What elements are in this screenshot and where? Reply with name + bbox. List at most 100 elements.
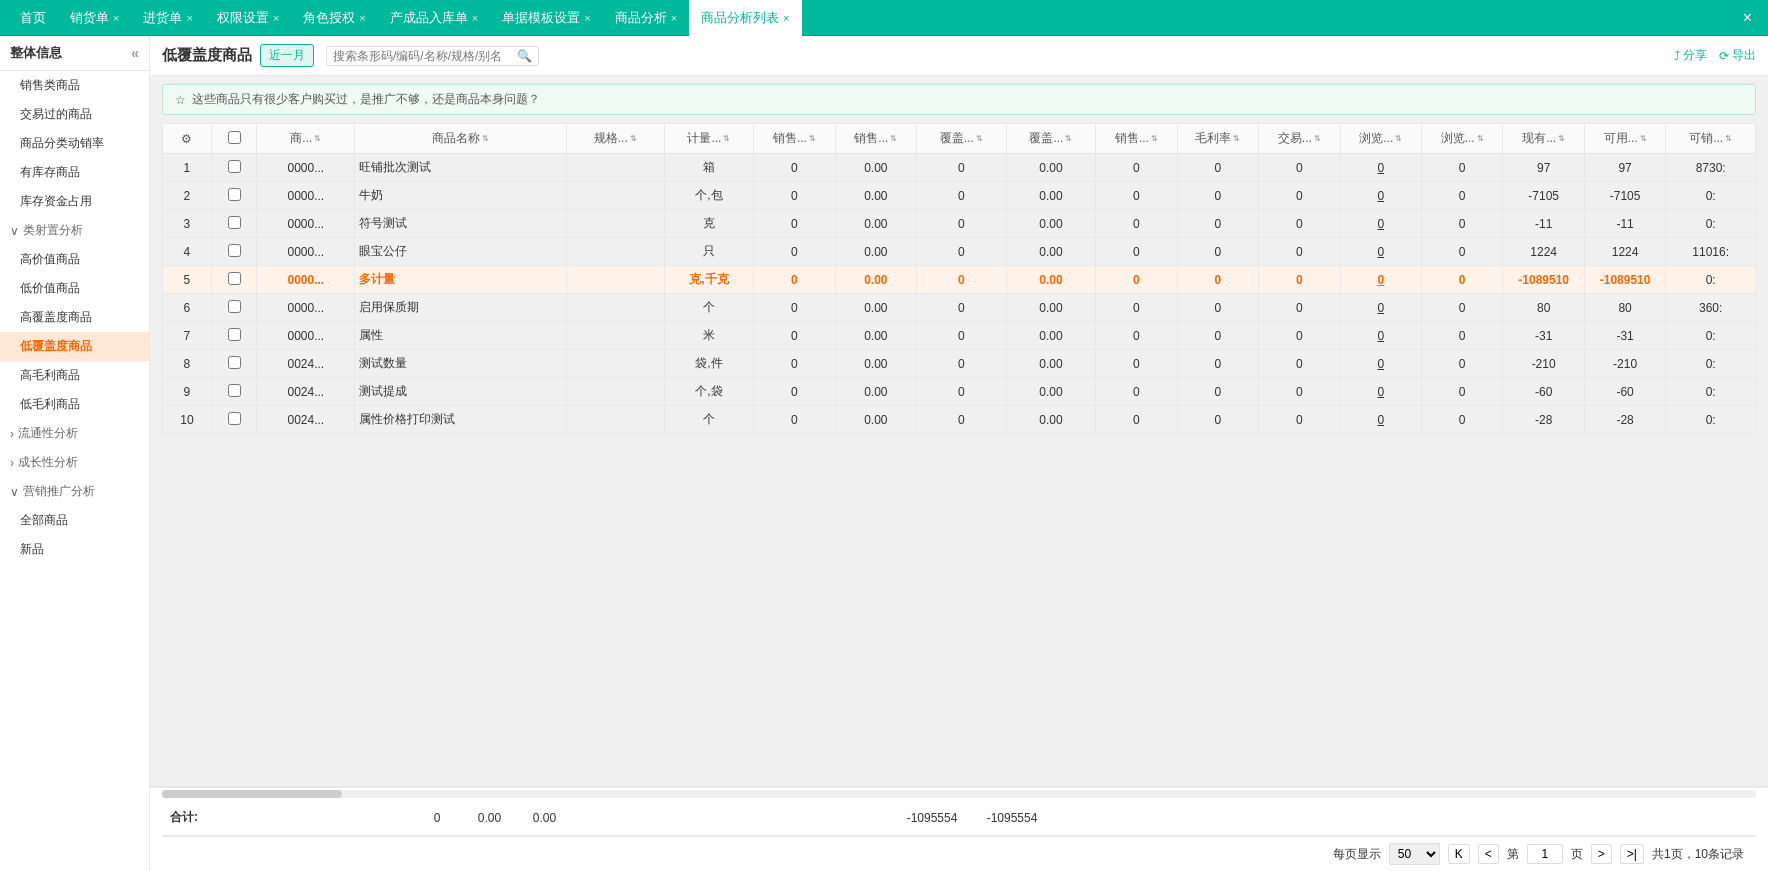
row-browse1[interactable]: 0 — [1340, 406, 1421, 434]
sort-icon-available[interactable]: ⇅ — [1640, 134, 1647, 143]
nav-permissions[interactable]: 权限设置 × — [205, 0, 291, 36]
row-browse1[interactable]: 0 — [1340, 238, 1421, 266]
row-checkbox[interactable] — [228, 356, 241, 369]
sidebar-item-low-coverage[interactable]: 低覆盖度商品 — [0, 332, 149, 361]
sidebar-section-liquidity[interactable]: › 流通性分析 — [0, 419, 149, 448]
nav-close-roles[interactable]: × — [359, 0, 365, 36]
row-checkbox[interactable] — [228, 244, 241, 257]
row-gross: 0 — [1177, 294, 1258, 322]
sidebar-item-in-stock[interactable]: 有库存商品 — [0, 158, 149, 187]
row-browse1[interactable]: 0 — [1340, 350, 1421, 378]
sidebar-section-marketing[interactable]: ∨ 营销推广分析 — [0, 477, 149, 506]
sidebar-section-category-analysis[interactable]: ∨ 类射置分析 — [0, 216, 149, 245]
sort-icon-browse1[interactable]: ⇅ — [1395, 134, 1402, 143]
total-cells: 0 0.00 0.00 -1095554 -1095554 — [412, 811, 1756, 825]
nav-close-finished-goods[interactable]: × — [472, 0, 478, 36]
sidebar-item-low-margin[interactable]: 低毛利商品 — [0, 390, 149, 419]
sidebar-item-low-value[interactable]: 低价值商品 — [0, 274, 149, 303]
row-index: 8 — [163, 350, 212, 378]
sort-icon-browse2[interactable]: ⇅ — [1477, 134, 1484, 143]
sort-icon-sales-amt[interactable]: ⇅ — [890, 134, 897, 143]
row-browse1[interactable]: 0 — [1340, 378, 1421, 406]
row-browse1[interactable]: 0 — [1340, 182, 1421, 210]
nav-close-product-analysis[interactable]: × — [671, 0, 677, 36]
per-page-select[interactable]: 50 20 100 200 — [1389, 843, 1440, 865]
sort-icon-current[interactable]: ⇅ — [1558, 134, 1565, 143]
sidebar-item-high-coverage[interactable]: 高覆盖度商品 — [0, 303, 149, 332]
row-browse1[interactable]: 0 — [1340, 154, 1421, 182]
sort-icon-unit[interactable]: ⇅ — [723, 134, 730, 143]
sidebar-section-growth[interactable]: › 成长性分析 — [0, 448, 149, 477]
sidebar-item-high-margin[interactable]: 高毛利商品 — [0, 361, 149, 390]
nav-finished-goods[interactable]: 产成品入库单 × — [378, 0, 490, 36]
share-button[interactable]: ⤴ 分享 — [1674, 47, 1707, 64]
sidebar-item-category-sales-rate[interactable]: 商品分类动销率 — [0, 129, 149, 158]
sort-icon-code[interactable]: ⇅ — [314, 134, 321, 143]
page-last-button[interactable]: >| — [1620, 844, 1644, 864]
nav-home[interactable]: 首页 — [8, 0, 58, 36]
row-coverage2: 0.00 — [1006, 154, 1096, 182]
sort-icon-spec[interactable]: ⇅ — [630, 134, 637, 143]
row-checkbox[interactable] — [228, 160, 241, 173]
row-unit: 克 — [664, 210, 754, 238]
row-checkbox[interactable] — [228, 300, 241, 313]
row-browse1[interactable]: 0 — [1340, 210, 1421, 238]
search-icon[interactable]: 🔍 — [517, 49, 532, 63]
time-filter-button[interactable]: 近一月 — [260, 44, 314, 67]
nav-close-sales-order[interactable]: × — [113, 0, 119, 36]
nav-close-product-analysis-list[interactable]: × — [783, 0, 789, 36]
sort-icon-cov1[interactable]: ⇅ — [976, 134, 983, 143]
row-browse1[interactable]: 0 — [1340, 294, 1421, 322]
chevron-down-icon: ∨ — [10, 224, 19, 238]
sidebar-item-high-value[interactable]: 高价值商品 — [0, 245, 149, 274]
page-first-button[interactable]: K — [1448, 844, 1470, 864]
nav-product-analysis-list[interactable]: 商品分析列表 × — [689, 0, 801, 36]
row-coverage2: 0.00 — [1006, 378, 1096, 406]
row-checkbox[interactable] — [228, 412, 241, 425]
nav-close-purchase-order[interactable]: × — [186, 0, 192, 36]
table-row: 2 0000... 牛奶 个,包 0 0.00 0 0.00 0 0 0 0 0… — [163, 182, 1756, 210]
sort-icon-sellable[interactable]: ⇅ — [1725, 134, 1732, 143]
export-button[interactable]: ⟳ 导出 — [1719, 47, 1756, 64]
sidebar-item-new-products[interactable]: 新品 — [0, 535, 149, 564]
settings-icon[interactable]: ⚙ — [181, 132, 192, 146]
sidebar-item-sales-products[interactable]: 销售类商品 — [0, 71, 149, 100]
row-current: -31 — [1503, 322, 1584, 350]
nav-roles[interactable]: 角色授权 × — [291, 0, 377, 36]
nav-product-analysis[interactable]: 商品分析 × — [603, 0, 689, 36]
sidebar-item-inventory-fund[interactable]: 库存资金占用 — [0, 187, 149, 216]
sort-icon-sales3[interactable]: ⇅ — [1151, 134, 1158, 143]
nav-purchase-order[interactable]: 进货单 × — [131, 0, 204, 36]
nav-template-settings[interactable]: 单据模板设置 × — [490, 0, 602, 36]
page-next-button[interactable]: > — [1591, 844, 1612, 864]
select-all-checkbox[interactable] — [228, 131, 241, 144]
sidebar-item-all-products[interactable]: 全部商品 — [0, 506, 149, 535]
sort-icon-gross[interactable]: ⇅ — [1233, 134, 1240, 143]
row-checkbox[interactable] — [228, 272, 241, 285]
row-browse1[interactable]: 0 — [1340, 322, 1421, 350]
sidebar-collapse-button[interactable]: « — [131, 45, 139, 61]
search-input[interactable] — [333, 49, 513, 63]
row-available: -31 — [1584, 322, 1665, 350]
row-index: 10 — [163, 406, 212, 434]
row-checkbox-cell — [211, 350, 257, 378]
sort-icon-cov2[interactable]: ⇅ — [1065, 134, 1072, 143]
nav-sales-order[interactable]: 销货单 × — [58, 0, 131, 36]
nav-close-template-settings[interactable]: × — [584, 0, 590, 36]
row-checkbox[interactable] — [228, 384, 241, 397]
row-spec — [566, 238, 664, 266]
page-prev-button[interactable]: < — [1478, 844, 1499, 864]
row-current: -210 — [1503, 350, 1584, 378]
page-number-input[interactable] — [1527, 844, 1563, 864]
row-coverage1: 0 — [917, 294, 1007, 322]
row-checkbox[interactable] — [228, 216, 241, 229]
sort-icon-trade[interactable]: ⇅ — [1314, 134, 1321, 143]
sort-icon-name[interactable]: ⇅ — [482, 134, 489, 143]
nav-close-permissions[interactable]: × — [273, 0, 279, 36]
row-checkbox[interactable] — [228, 328, 241, 341]
row-checkbox[interactable] — [228, 188, 241, 201]
row-browse1[interactable]: 0 — [1340, 266, 1421, 294]
sidebar-item-traded-products[interactable]: 交易过的商品 — [0, 100, 149, 129]
close-all-tabs[interactable]: × — [1735, 9, 1760, 27]
sort-icon-sales-qty[interactable]: ⇅ — [809, 134, 816, 143]
